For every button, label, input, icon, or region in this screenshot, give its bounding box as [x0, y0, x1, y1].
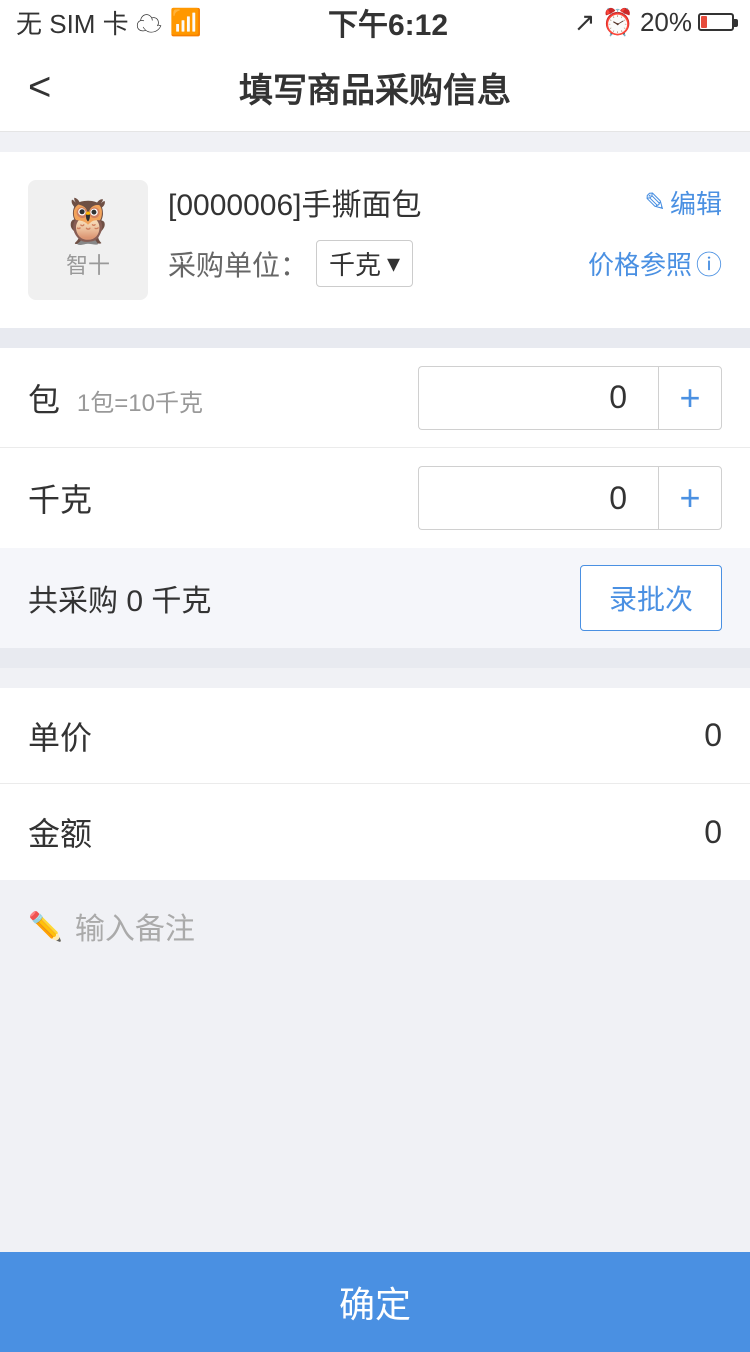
page-title: 填写商品采购信息: [239, 63, 511, 112]
sim-label: 无 SIM 卡 ☁: [16, 4, 162, 41]
unit-price-row: 单价 0: [0, 688, 750, 784]
summary-text: 共采购 0 千克: [28, 576, 211, 620]
amount-row: 金额 0: [0, 784, 750, 880]
kg-input-row: 千克 +: [0, 448, 750, 548]
confirm-button-wrap: 确定: [0, 1252, 750, 1352]
input-section: 包 1包=10千克 + 千克 +: [0, 348, 750, 548]
status-bar: 无 SIM 卡 ☁ 📶 下午6:12 ↗ ⏰ 20%: [0, 0, 750, 44]
price-reference-button[interactable]: 价格参照 ⓘ: [588, 245, 722, 282]
nav-bar: < 填写商品采购信息: [0, 44, 750, 132]
unit-label: 采购单位： 千克 ▾: [168, 240, 413, 287]
product-thumbnail: 🦉 智十: [28, 180, 148, 300]
unit-price-label: 单价: [28, 713, 92, 759]
package-sub-label: 1包=10千克: [77, 390, 203, 417]
edit-label: 编辑: [670, 184, 722, 221]
kg-plus-button[interactable]: +: [658, 466, 722, 530]
battery-icon: [698, 13, 734, 31]
status-right: ↗ ⏰ 20%: [574, 7, 734, 38]
product-name-row: [0000006]手撕面包 ✎ 编辑: [168, 180, 722, 224]
status-time: 下午6:12: [328, 0, 448, 44]
help-icon: ⓘ: [696, 245, 722, 282]
back-button[interactable]: <: [28, 65, 88, 110]
status-left: 无 SIM 卡 ☁ 📶: [16, 4, 202, 41]
price-section: 单价 0 金额 0: [0, 688, 750, 880]
location-icon: ↗: [574, 7, 596, 38]
amount-value: 0: [704, 814, 722, 851]
remark-placeholder: 输入备注: [75, 904, 195, 948]
product-name: [0000006]手撕面包: [168, 180, 421, 224]
section-divider: [0, 328, 750, 348]
edit-icon: ✎: [644, 187, 666, 218]
dropdown-arrow-icon: ▾: [387, 248, 400, 279]
alarm-icon: ⏰: [602, 7, 634, 38]
kg-label: 千克: [28, 475, 148, 521]
kg-input-right: +: [418, 466, 722, 530]
pencil-icon: ✏️: [28, 910, 63, 943]
amount-label: 金额: [28, 809, 92, 855]
wifi-icon: 📶: [170, 7, 202, 38]
product-image-icon: 🦉: [61, 200, 116, 244]
remark-section[interactable]: ✏️ 输入备注: [0, 880, 750, 972]
package-label: 包 1包=10千克: [28, 375, 203, 421]
product-image-label: 智十: [66, 248, 110, 280]
summary-section: 共采购 0 千克 录批次: [0, 548, 750, 648]
package-input-right: +: [418, 366, 722, 430]
edit-button[interactable]: ✎ 编辑: [644, 184, 722, 221]
unit-price-value: 0: [704, 717, 722, 754]
spacer: [0, 972, 750, 1252]
unit-dropdown[interactable]: 千克 ▾: [316, 240, 413, 287]
confirm-button[interactable]: 确定: [0, 1252, 750, 1352]
section-divider-2: [0, 648, 750, 668]
package-input[interactable]: [418, 366, 658, 430]
unit-value: 千克: [329, 245, 381, 282]
package-input-row: 包 1包=10千克 +: [0, 348, 750, 448]
kg-input[interactable]: [418, 466, 658, 530]
record-batch-button[interactable]: 录批次: [580, 565, 722, 631]
product-info: [0000006]手撕面包 ✎ 编辑 采购单位： 千克 ▾ 价格参照 ⓘ: [168, 180, 722, 287]
unit-row: 采购单位： 千克 ▾ 价格参照 ⓘ: [168, 240, 722, 287]
product-card: 🦉 智十 [0000006]手撕面包 ✎ 编辑 采购单位： 千克 ▾ 价格参照 …: [0, 152, 750, 328]
battery-percent: 20%: [640, 7, 692, 38]
package-plus-button[interactable]: +: [658, 366, 722, 430]
price-ref-label: 价格参照: [588, 245, 692, 282]
